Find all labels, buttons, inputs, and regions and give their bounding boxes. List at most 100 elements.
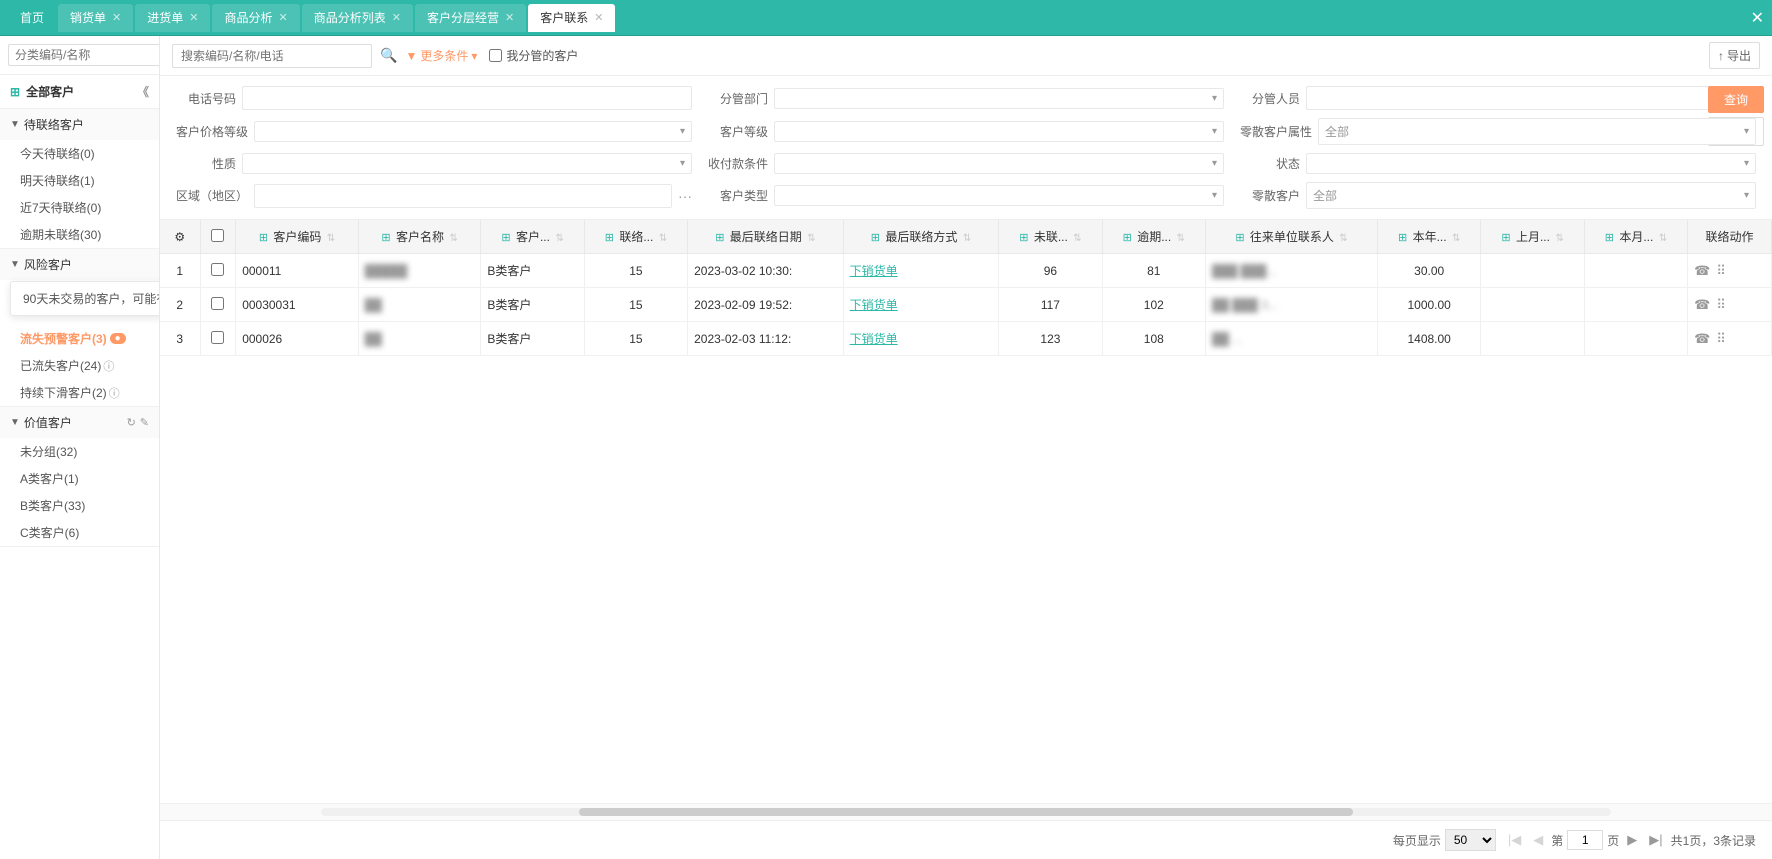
col-type[interactable]: ⊞ 客户... ⇅ [481,220,584,254]
row-last-method[interactable]: 下销货单 [843,322,999,356]
tab-sales[interactable]: 销货单 ✕ [58,4,133,32]
row-more-icon[interactable]: ⠿ [1716,331,1726,347]
table-footer: 每页显示 50 100 200 |◀ ◀ 第 页 ▶ ▶| 共1页，3条记录 [160,820,1772,859]
query-button[interactable]: 查询 [1708,86,1764,113]
export-button[interactable]: ↑ 导出 [1709,42,1760,69]
row-contact-icon[interactable]: ☎ [1694,331,1710,347]
col-contact-count[interactable]: ⊞ 联络... ⇅ [584,220,687,254]
row-last-method[interactable]: 下销货单 [843,254,999,288]
window-close-button[interactable]: ✕ [1751,8,1764,28]
row-checkbox[interactable] [211,263,224,276]
row-more-icon[interactable]: ⠿ [1716,297,1726,313]
col-contact-person[interactable]: ⊞ 往来单位联系人 ⇅ [1205,220,1377,254]
nature-select[interactable]: ▾ [242,153,692,174]
next-page-button[interactable]: ▶ [1623,830,1641,850]
group-value-header[interactable]: ▼ 价值客户 ↻ ✎ [0,407,159,438]
refresh-icon-value[interactable]: ↻ [127,416,136,429]
settings-icon[interactable]: ⚙ [174,230,185,244]
tab-purchase[interactable]: 进货单 ✕ [135,4,210,32]
sidebar-item-a-class[interactable]: A类客户(1) [0,465,159,492]
tab-customer-layer-close[interactable]: ✕ [505,11,514,24]
row-checkbox[interactable] [211,297,224,310]
tab-sales-close[interactable]: ✕ [112,11,121,24]
payment-select[interactable]: ▾ [774,153,1224,174]
col-last-method[interactable]: ⊞ 最后联络方式 ⇅ [843,220,999,254]
my-customers-checkbox-input[interactable] [489,49,502,62]
col-this-year[interactable]: ⊞ 本年... ⇅ [1377,220,1480,254]
row-no-contact: 117 [999,288,1102,322]
col-checkbox[interactable] [200,220,236,254]
group-risk-header[interactable]: ▼ 风险客户 [0,249,159,280]
col-settings[interactable]: ⚙ [160,220,200,254]
row-checkbox-cell[interactable] [200,288,236,322]
col-this-month[interactable]: ⊞ 本月... ⇅ [1584,220,1687,254]
select-all-checkbox[interactable] [211,229,224,242]
row-checkbox[interactable] [211,331,224,344]
filter-search-input[interactable] [172,44,372,68]
main-layout: 🔍 ⊞ 全部客户 《 ▼ 待联络客户 今天待联络(0) 明天待联络(1) 近7天… [0,36,1772,859]
col-type-sort: ⇅ [555,233,563,244]
col-overdue[interactable]: ⊞ 逾期... ⇅ [1102,220,1205,254]
sidebar-item-today[interactable]: 今天待联络(0) [0,140,159,167]
sidebar-item-b-class[interactable]: B类客户(33) [0,492,159,519]
col-last-date[interactable]: ⊞ 最后联络日期 ⇅ [688,220,844,254]
region-dots-icon[interactable]: ··· [678,188,692,204]
tab-analysis-close[interactable]: ✕ [279,11,288,24]
dept-select[interactable]: ▾ [774,88,1224,109]
row-contact-icon[interactable]: ☎ [1694,297,1710,313]
per-page-select[interactable]: 50 100 200 [1445,829,1496,851]
scrollbar-thumb[interactable] [579,808,1353,816]
row-last-method[interactable]: 下销货单 [843,288,999,322]
filter-search-button[interactable]: 🔍 [380,47,397,64]
col-no-contact[interactable]: ⊞ 未联... ⇅ [999,220,1102,254]
sidebar-item-tomorrow[interactable]: 明天待联络(1) [0,167,159,194]
zero-customer-label: 零散客户 [1240,187,1300,204]
group-pending: ▼ 待联络客户 今天待联络(0) 明天待联络(1) 近7天待联络(0) 逾期未联… [0,109,159,249]
person-input[interactable] [1306,86,1736,110]
row-checkbox-cell[interactable] [200,254,236,288]
sidebar-item-declining[interactable]: 持续下滑客户(2) ⓘ [0,379,159,406]
col-last-month[interactable]: ⊞ 上月... ⇅ [1481,220,1584,254]
page-number-input[interactable] [1567,830,1603,850]
tab-customer-contact[interactable]: 客户联系 ✕ [528,4,615,32]
collapse-icon[interactable]: 《 [137,83,149,100]
col-contact-count-icon: ⊞ [605,232,614,244]
phone-input[interactable] [242,86,692,110]
all-customers-header[interactable]: ⊞ 全部客户 《 [0,75,159,109]
price-grade-select[interactable]: ▾ [254,121,692,142]
sidebar-item-ungroup[interactable]: 未分组(32) [0,438,159,465]
col-this-year-icon: ⊞ [1398,232,1407,244]
more-conditions-button[interactable]: ▼ 更多条件 ▾ [405,47,477,64]
col-code[interactable]: ⊞ 客户编码 ⇅ [236,220,359,254]
group-pending-header[interactable]: ▼ 待联络客户 [0,109,159,140]
zero-attr-select[interactable]: 全部 ▾ [1318,118,1756,145]
first-page-button[interactable]: |◀ [1504,830,1525,850]
grade-select[interactable]: ▾ [774,121,1224,142]
tab-analysis-list[interactable]: 商品分析列表 ✕ [302,4,413,32]
tab-analysis-list-close[interactable]: ✕ [392,11,401,24]
horizontal-scrollbar[interactable] [160,803,1772,820]
sidebar-item-7days[interactable]: 近7天待联络(0) [0,194,159,221]
row-contact-icon[interactable]: ☎ [1694,263,1710,279]
col-name[interactable]: ⊞ 客户名称 ⇅ [358,220,481,254]
row-checkbox-cell[interactable] [200,322,236,356]
last-page-button[interactable]: ▶| [1645,830,1666,850]
customer-type-select[interactable]: ▾ [774,185,1224,206]
sidebar-search-input[interactable] [8,44,160,66]
zero-attr-label: 零散客户属性 [1240,123,1312,140]
status-select[interactable]: ▾ [1306,153,1756,174]
tab-analysis[interactable]: 商品分析 ✕ [212,4,299,32]
zero-customer-select[interactable]: 全部 ▾ [1306,182,1756,209]
sidebar-item-overdue[interactable]: 逾期未联络(30) [0,221,159,248]
tab-customer-layer[interactable]: 客户分层经营 ✕ [415,4,526,32]
my-customers-checkbox[interactable]: 我分管的客户 [489,47,578,64]
region-input[interactable] [254,184,672,208]
edit-icon-value[interactable]: ✎ [140,416,149,429]
tab-customer-contact-close[interactable]: ✕ [594,11,603,24]
sidebar-item-churned[interactable]: 已流失客户(24) ⓘ [0,352,159,379]
tab-purchase-close[interactable]: ✕ [189,11,198,24]
row-more-icon[interactable]: ⠿ [1716,263,1726,279]
prev-page-button[interactable]: ◀ [1529,830,1547,850]
tab-home[interactable]: 首页 [8,4,56,32]
sidebar-item-c-class[interactable]: C类客户(6) [0,519,159,546]
